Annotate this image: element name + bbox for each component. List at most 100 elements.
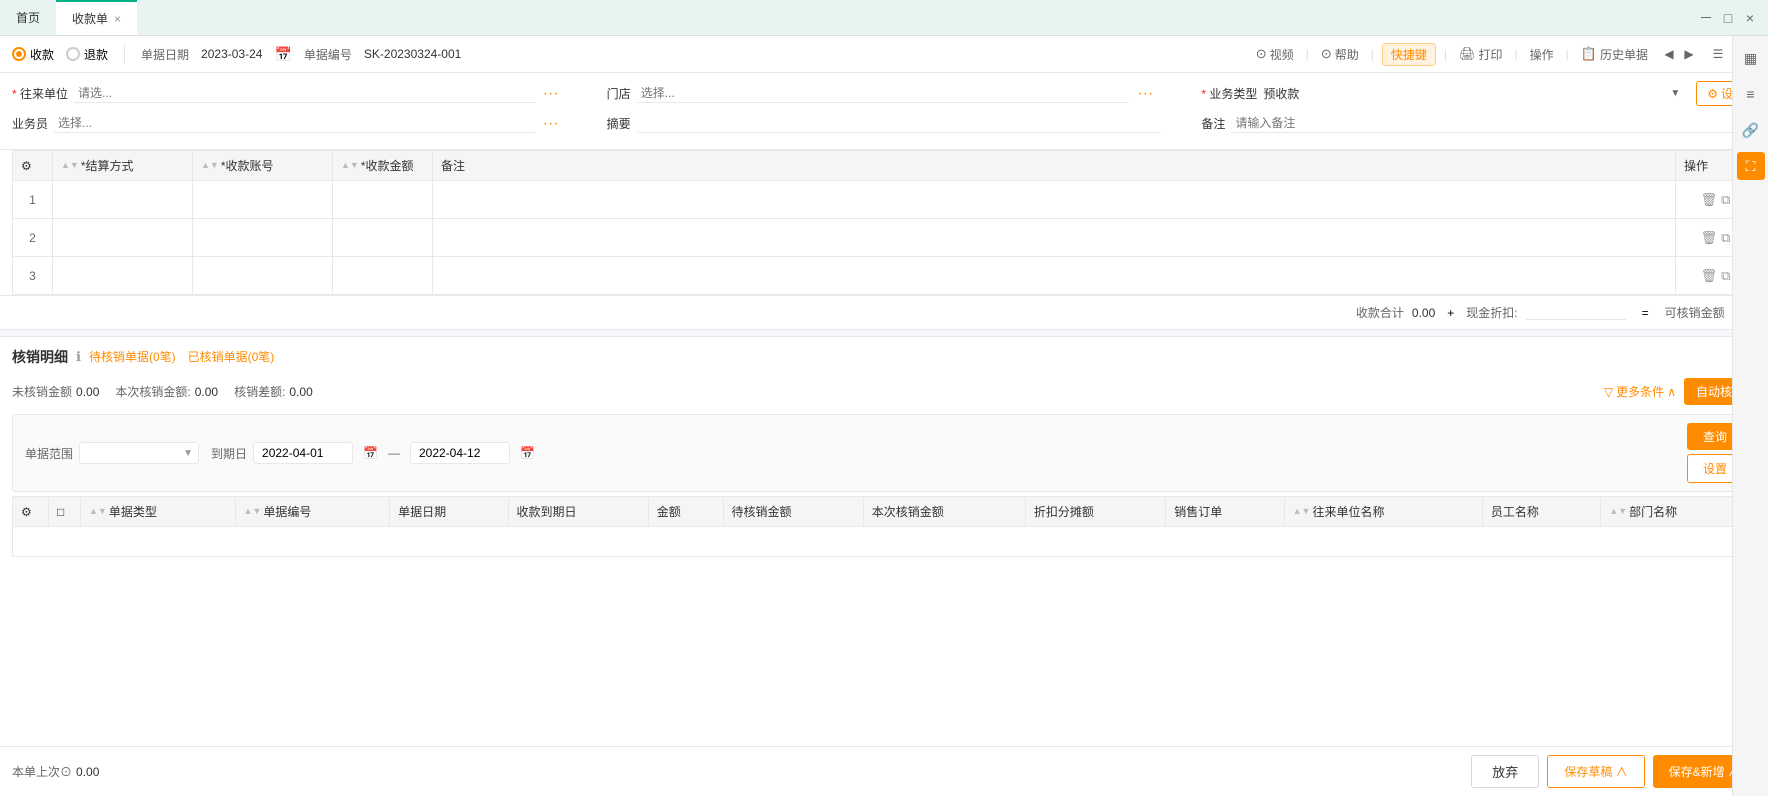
operations-btn[interactable]: 操作 <box>1526 44 1558 65</box>
tab-pending[interactable]: 待核销单据(0笔) <box>89 348 176 367</box>
verification-section: 核销明细 ℹ 待核销单据(0笔) 已核销单据(0笔) 未核销金额 0.00 本次… <box>0 337 1768 557</box>
calendar-to-icon[interactable]: 📅 <box>520 446 535 460</box>
radio-receipt[interactable]: 收款 <box>12 46 54 63</box>
nav-next[interactable]: ▶ <box>1680 44 1698 64</box>
table-footer: 收款合计 0.00 + 现金折扣: = 可核销金额 0.00 <box>0 295 1768 329</box>
sidebar-table-btn[interactable]: ▦ <box>1737 44 1765 72</box>
range-select-wrap: ▼ <box>79 442 199 464</box>
bottom-label: 本单上次⊙ <box>12 763 72 780</box>
range-select[interactable] <box>79 442 199 464</box>
tab-receipt[interactable]: 收款单 × <box>56 0 137 35</box>
tab-receipt-label: 收款单 <box>72 10 108 27</box>
row-amount-3[interactable] <box>333 257 433 295</box>
calendar-icon[interactable]: 📅 <box>274 46 291 63</box>
calendar-from-icon[interactable]: 📅 <box>363 446 378 460</box>
date-label: 单据日期 <box>141 46 189 63</box>
sidebar-screen-btn[interactable]: ⛶ <box>1737 152 1765 180</box>
note-input[interactable] <box>1231 114 1756 133</box>
save-draft-button[interactable]: 保存草稿 ∧ <box>1547 755 1644 788</box>
video-label: 视频 <box>1270 46 1294 63</box>
store-more-icon[interactable]: ··· <box>1129 86 1161 102</box>
right-sidebar: ▦ ≡ 🔗 ⛶ <box>1732 36 1768 796</box>
bth-date: 单据日期 <box>390 497 508 527</box>
store-input[interactable] <box>637 84 1130 103</box>
tab-done[interactable]: 已核销单据(0笔) <box>188 348 275 367</box>
th-method: ▲▼ *结算方式 <box>53 151 193 181</box>
sidebar-clip-btn[interactable]: 🔗 <box>1737 116 1765 144</box>
help-label: 帮助 <box>1335 46 1359 63</box>
current-stat: 本次核销金额: 0.00 <box>115 383 218 400</box>
row-remark-1[interactable] <box>433 181 1676 219</box>
form-row-2: 业务员 ··· 摘要 备注 <box>12 114 1756 133</box>
more-conditions-label: 更多条件 <box>1616 383 1664 400</box>
account-sort-icon[interactable]: ▲▼ <box>201 161 219 170</box>
verification-title: 核销明细 <box>12 347 68 367</box>
row-amount-1[interactable] <box>333 181 433 219</box>
staff-input[interactable] <box>54 114 535 133</box>
discard-button[interactable]: 放弃 <box>1471 755 1539 788</box>
row-copy-1[interactable]: ⧉ <box>1721 192 1730 208</box>
diff-value: 0.00 <box>289 385 312 399</box>
th-settings[interactable]: ⚙ <box>13 151 53 181</box>
amount-sort-icon[interactable]: ▲▼ <box>341 161 359 170</box>
row-delete-1[interactable]: 🗑 <box>1701 192 1718 208</box>
unchecked-value: 0.00 <box>76 385 99 399</box>
nav-prev[interactable]: ◀ <box>1660 44 1678 64</box>
row-copy-3[interactable]: ⧉ <box>1721 268 1730 284</box>
table-row: 1 🗑 ⧉ <box>13 181 1756 219</box>
row-delete-2[interactable]: 🗑 <box>1701 230 1718 246</box>
tab-home[interactable]: 首页 <box>0 0 56 35</box>
print-label: 打印 <box>1479 46 1503 63</box>
date-field: 到期日 📅 — 📅 <box>211 442 535 464</box>
bth-checkbox[interactable]: □ <box>49 497 81 527</box>
staff-more-icon[interactable]: ··· <box>535 116 567 132</box>
sidebar-doc-btn[interactable]: ≡ <box>1737 80 1765 108</box>
th-remark: 备注 <box>433 151 1676 181</box>
bth-pending: 待核销金额 <box>723 497 863 527</box>
info-icon[interactable]: ℹ <box>76 349 81 365</box>
view-list[interactable]: ☰ <box>1706 42 1730 66</box>
history-btn[interactable]: 📋 历史单据 <box>1577 44 1652 65</box>
discount-input[interactable] <box>1526 305 1626 320</box>
radio-refund[interactable]: 退款 <box>66 46 108 63</box>
date-from-input[interactable] <box>253 442 353 464</box>
total-value: 0.00 <box>1412 306 1435 320</box>
bth-settings[interactable]: ⚙ <box>13 497 49 527</box>
print-btn[interactable]: 🖨 打印 <box>1455 44 1507 65</box>
row-account-1[interactable] <box>193 181 333 219</box>
business-type-value: 预收款 <box>1263 85 1666 102</box>
toolbar-right: ⊙ 视频 | ⊙ 帮助 | 快捷键 | 🖨 打印 | 操作 | 📋 <box>1252 42 1756 66</box>
row-method-1[interactable] <box>53 181 193 219</box>
vendor-more-icon[interactable]: ··· <box>535 86 567 102</box>
equals-sign: = <box>1634 306 1657 320</box>
net-label: 可核销金额 <box>1665 304 1725 321</box>
bth-due-date: 收款到期日 <box>508 497 648 527</box>
business-type-dropdown[interactable]: ▼ <box>1666 88 1684 99</box>
more-conditions-btn[interactable]: ▽ 更多条件 ∧ <box>1604 383 1676 400</box>
row-account-3[interactable] <box>193 257 333 295</box>
summary-input[interactable] <box>637 114 1162 133</box>
method-sort-icon[interactable]: ▲▼ <box>61 161 79 170</box>
maximize-button[interactable]: □ <box>1720 10 1736 26</box>
row-remark-2[interactable] <box>433 219 1676 257</box>
vendor-input[interactable] <box>74 84 535 103</box>
range-field: 单据范围 ▼ <box>25 442 199 464</box>
current-label: 本次核销金额: <box>115 383 190 400</box>
row-remark-3[interactable] <box>433 257 1676 295</box>
help-btn[interactable]: ⊙ 帮助 <box>1317 44 1363 65</box>
row-delete-3[interactable]: 🗑 <box>1701 268 1718 284</box>
close-button[interactable]: × <box>1742 10 1758 26</box>
row-copy-2[interactable]: ⧉ <box>1721 230 1730 246</box>
minimize-button[interactable]: － <box>1698 10 1714 26</box>
row-method-2[interactable] <box>53 219 193 257</box>
range-label: 单据范围 <box>25 445 73 462</box>
tab-close-icon[interactable]: × <box>114 12 121 26</box>
form-fields: 往来单位 ··· 门店 ··· 业务类型 预收款 ▼ ⚙ 设置 <box>0 73 1768 150</box>
summary-label: 摘要 <box>607 115 637 132</box>
video-btn[interactable]: ⊙ 视频 <box>1252 44 1298 65</box>
row-amount-2[interactable] <box>333 219 433 257</box>
row-account-2[interactable] <box>193 219 333 257</box>
row-method-3[interactable] <box>53 257 193 295</box>
shortcut-btn[interactable]: 快捷键 <box>1382 43 1436 66</box>
date-to-input[interactable] <box>410 442 510 464</box>
